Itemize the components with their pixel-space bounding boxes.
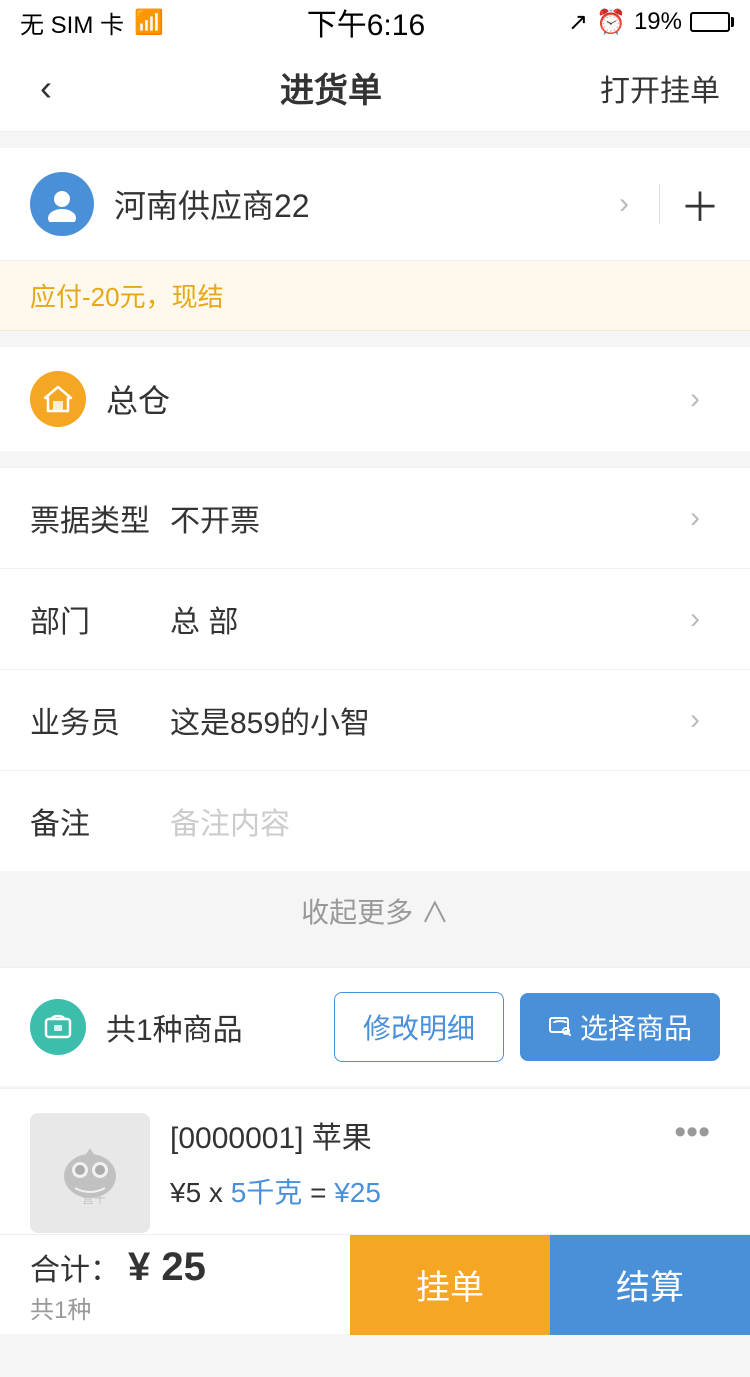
- supplier-select[interactable]: 河南供应商22 ›: [30, 172, 649, 236]
- price-qty: 5千克: [231, 1177, 303, 1208]
- hang-button[interactable]: 挂单: [350, 1235, 550, 1335]
- select-product-icon: [548, 1015, 572, 1039]
- home-icon: [43, 384, 73, 414]
- product-title: 苹果: [312, 1122, 372, 1155]
- staff-value: 这是859的小智: [170, 698, 690, 742]
- collapse-button[interactable]: 收起更多 ∧: [0, 871, 750, 951]
- invoice-value: 不开票: [170, 496, 690, 540]
- total-main: 合计： ¥ 25: [30, 1245, 320, 1290]
- total-section: 合计： ¥ 25 共1种: [0, 1245, 350, 1325]
- dept-row[interactable]: 部门 总 部 ›: [0, 568, 750, 669]
- price-equals: =: [310, 1177, 334, 1208]
- product-placeholder-icon: 营十: [55, 1138, 125, 1208]
- warehouse-section: 总仓 ›: [0, 347, 750, 451]
- page-title: 进货单: [280, 63, 382, 112]
- supplier-section: 河南供应商22 › ＋ 应付-20元，现结: [0, 148, 750, 331]
- add-supplier-button[interactable]: ＋: [680, 175, 720, 233]
- remark-label: 备注: [30, 799, 170, 843]
- dept-label: 部门: [30, 597, 170, 641]
- invoice-row[interactable]: 票据类型 不开票 ›: [0, 467, 750, 568]
- back-button[interactable]: ‹: [30, 57, 62, 119]
- product-name: [0000001] 苹果: [170, 1113, 664, 1157]
- bottom-bar: 合计： ¥ 25 共1种 挂单 结算: [0, 1234, 750, 1334]
- total-amount: ¥ 25: [128, 1245, 206, 1290]
- remark-input[interactable]: 备注内容: [170, 799, 720, 843]
- product-count: 共1种商品: [106, 1005, 334, 1049]
- carrier-text: 无 SIM 卡: [20, 5, 124, 40]
- status-right: ↗ ⏰ 19%: [568, 8, 730, 37]
- warehouse-icon: [30, 371, 86, 427]
- price-base: ¥5 x: [170, 1177, 231, 1208]
- warehouse-row[interactable]: 总仓 ›: [0, 347, 750, 451]
- form-section: 票据类型 不开票 › 部门 总 部 › 业务员 这是859的小智 › 备注 备注…: [0, 467, 750, 871]
- status-left: 无 SIM 卡 📶: [20, 5, 164, 40]
- section-gap-1: [0, 132, 750, 148]
- open-hang-button[interactable]: 打开挂单: [600, 66, 720, 110]
- product-price: ¥5 x 5千克 = ¥25: [170, 1171, 664, 1211]
- section-gap-4: [0, 951, 750, 967]
- location-icon: ↗: [568, 8, 588, 37]
- staff-label: 业务员: [30, 698, 170, 742]
- product-more-button[interactable]: •••: [664, 1113, 720, 1152]
- person-icon: [44, 186, 80, 222]
- svg-text:营十: 营十: [82, 1192, 106, 1206]
- wifi-icon: 📶: [134, 8, 164, 37]
- total-sub: 共1种: [30, 1290, 320, 1325]
- product-icon: [30, 999, 86, 1055]
- dept-value: 总 部: [170, 597, 690, 641]
- staff-chevron-icon: ›: [690, 703, 700, 737]
- supplier-name: 河南供应商22: [114, 181, 619, 227]
- alarm-icon: ⏰: [596, 8, 626, 37]
- product-header: 共1种商品 修改明细 选择商品: [0, 967, 750, 1086]
- remark-row[interactable]: 备注 备注内容: [0, 770, 750, 871]
- battery-icon: [690, 12, 730, 32]
- select-product-label: 选择商品: [580, 1007, 692, 1047]
- supplier-chevron-icon: ›: [619, 187, 629, 221]
- notice-bar: 应付-20元，现结: [0, 261, 750, 331]
- select-product-button[interactable]: 选择商品: [520, 993, 720, 1061]
- warehouse-chevron-icon: ›: [690, 382, 700, 416]
- status-bar: 无 SIM 卡 📶 下午6:16 ↗ ⏰ 19%: [0, 0, 750, 44]
- checkout-button[interactable]: 结算: [550, 1235, 750, 1335]
- warehouse-name: 总仓: [106, 376, 690, 422]
- collapse-label: 收起更多 ∧: [301, 891, 449, 931]
- staff-row[interactable]: 业务员 这是859的小智 ›: [0, 669, 750, 770]
- product-code: [0000001]: [170, 1122, 312, 1155]
- price-total: ¥25: [334, 1177, 381, 1208]
- divider: [659, 184, 660, 224]
- supplier-avatar: [30, 172, 94, 236]
- supplier-row: 河南供应商22 › ＋: [0, 148, 750, 261]
- nav-bar: ‹ 进货单 打开挂单: [0, 44, 750, 132]
- section-gap-2: [0, 331, 750, 347]
- battery-text: 19%: [634, 8, 682, 36]
- cart-icon: [42, 1011, 74, 1043]
- notice-text: 应付-20元，现结: [30, 282, 224, 312]
- edit-detail-button[interactable]: 修改明细: [334, 992, 504, 1062]
- invoice-chevron-icon: ›: [690, 501, 700, 535]
- total-label: 合计：: [30, 1245, 120, 1289]
- section-gap-3: [0, 451, 750, 467]
- product-thumbnail: 营十: [30, 1113, 150, 1233]
- product-info: [0000001] 苹果 ¥5 x 5千克 = ¥25: [170, 1113, 664, 1211]
- dept-chevron-icon: ›: [690, 602, 700, 636]
- invoice-label: 票据类型: [30, 496, 170, 540]
- product-item: 营十 [0000001] 苹果 ¥5 x 5千克 = ¥25 •••: [0, 1088, 750, 1257]
- status-time: 下午6:16: [307, 0, 425, 44]
